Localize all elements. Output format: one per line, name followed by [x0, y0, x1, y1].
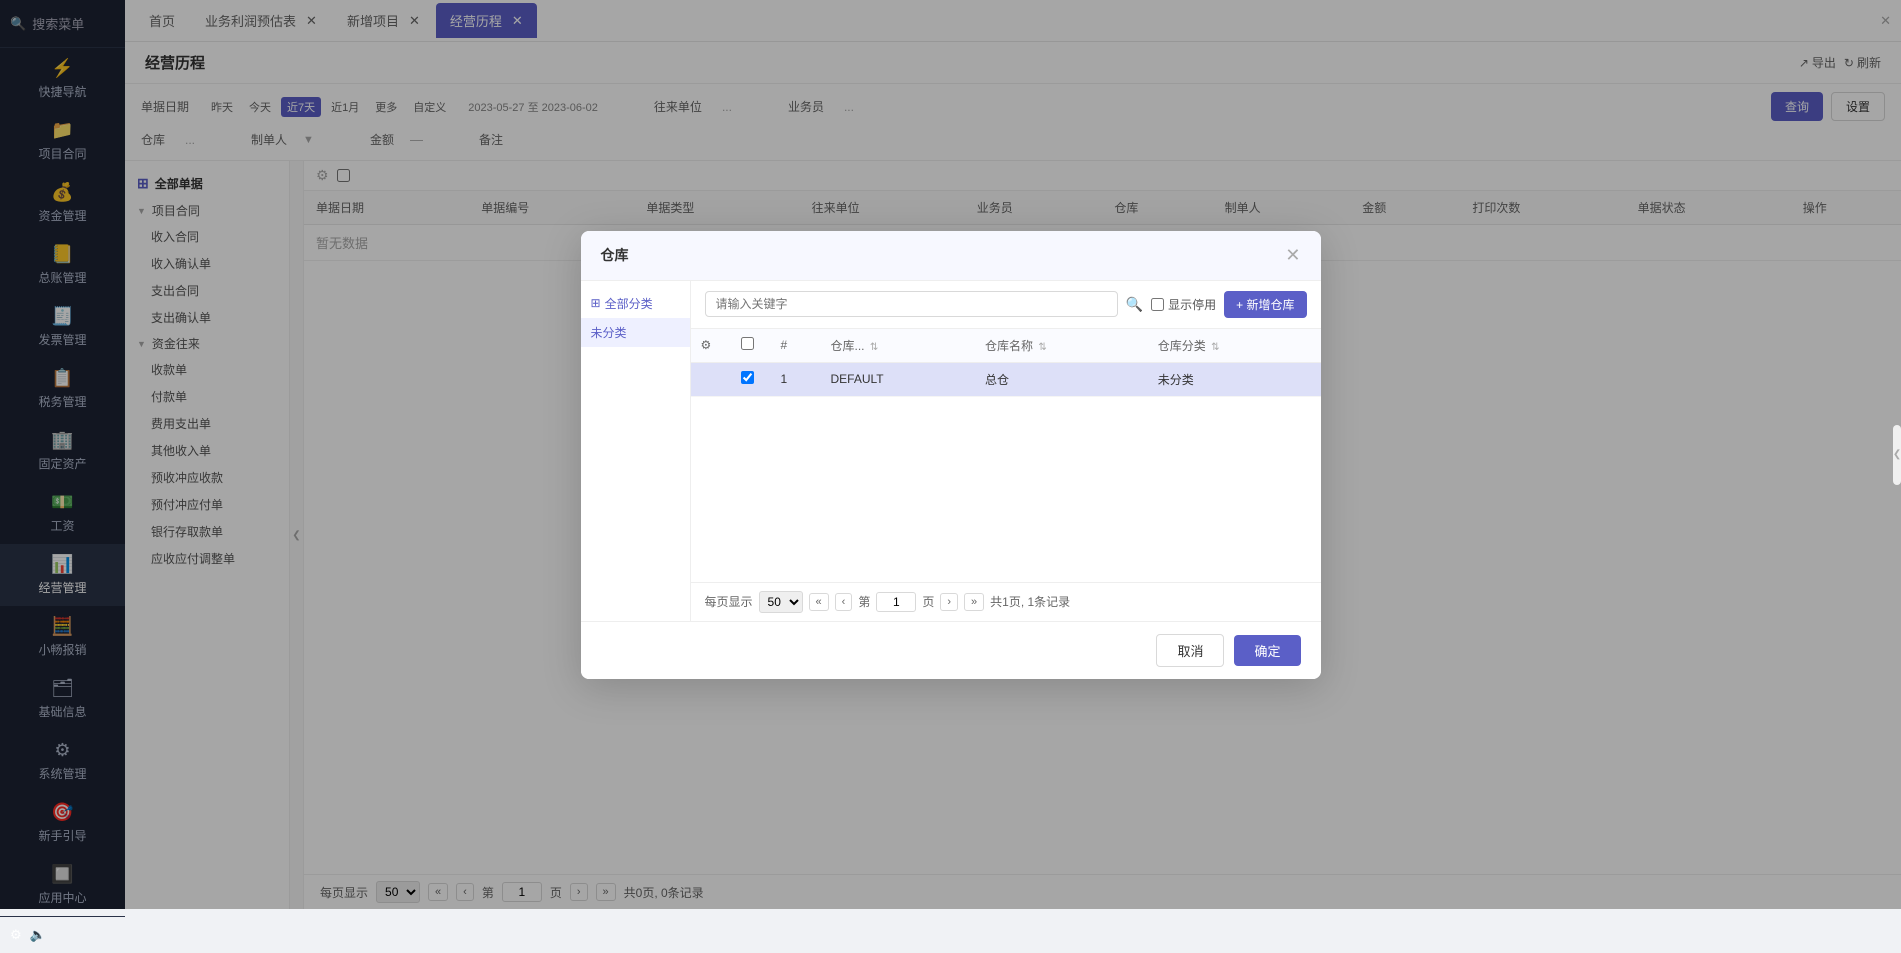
warehouse-modal: 仓库 ✕ ⊞ 全部分类 未分类 ❮ — [581, 231, 1321, 679]
show-disabled-checkbox-label: 显示停用 — [1151, 296, 1216, 313]
category-label: 未分类 — [591, 326, 627, 340]
row-checkbox-cell — [731, 362, 771, 396]
sort-icon-code: ⇅ — [870, 342, 878, 353]
modal-table: ⚙ # 仓库... ⇅ — [691, 329, 1321, 397]
modal-header: 仓库 ✕ — [581, 231, 1321, 281]
modal-search-bar: 🔍 显示停用 + 新增仓库 — [691, 281, 1321, 329]
modal-table-header: ⚙ # 仓库... ⇅ — [691, 329, 1321, 363]
row-code-cell: DEFAULT — [821, 362, 976, 396]
modal-close-button[interactable]: ✕ — [1285, 245, 1300, 266]
modal-title: 仓库 — [601, 245, 629, 265]
modal-col-category: 仓库分类 ⇅ — [1148, 329, 1321, 363]
row-settings-cell — [691, 362, 731, 396]
modal-col-name: 仓库名称 ⇅ — [975, 329, 1148, 363]
modal-table-row[interactable]: 1 DEFAULT 总仓 未分类 — [691, 362, 1321, 396]
modal-search-input[interactable] — [705, 291, 1118, 317]
modal-all-category[interactable]: ⊞ 全部分类 — [581, 289, 690, 318]
app-container: 🔍 搜索菜单 ⚡ 快捷导航 📁 项目合同 💰 资金管理 📒 总账管理 🧾 发票管… — [0, 0, 1901, 909]
modal-overlay: 仓库 ✕ ⊞ 全部分类 未分类 ❮ — [0, 0, 1901, 909]
settings-icon[interactable]: ⚙ — [10, 927, 22, 943]
modal-body: ⊞ 全部分类 未分类 ❮ 🔍 — [581, 281, 1321, 621]
modal-all-label: 全部分类 — [605, 295, 653, 312]
show-disabled-checkbox[interactable] — [1151, 298, 1164, 311]
sort-icon-name: ⇅ — [1038, 342, 1046, 353]
modal-page-input[interactable] — [876, 592, 916, 612]
add-warehouse-btn-wrap: + 新增仓库 — [1224, 291, 1306, 318]
row-category-cell: 未分类 — [1148, 362, 1321, 396]
sidebar-bottom: ⚙ 🔈 — [0, 916, 125, 953]
modal-table-wrap: ⚙ # 仓库... ⇅ — [691, 329, 1321, 582]
modal-footer: 取消 确定 — [581, 621, 1321, 679]
modal-prev-page-btn[interactable]: ‹ — [835, 593, 853, 611]
modal-table-body: 1 DEFAULT 总仓 未分类 — [691, 362, 1321, 396]
modal-per-page-label: 每页显示 — [705, 593, 753, 610]
confirm-button[interactable]: 确定 — [1234, 635, 1300, 666]
modal-search-button[interactable]: 🔍 — [1126, 296, 1143, 313]
modal-first-page-btn[interactable]: « — [809, 593, 829, 611]
modal-next-page-btn[interactable]: › — [940, 593, 958, 611]
modal-page-prefix: 第 — [858, 593, 870, 610]
modal-col-num: # — [771, 329, 821, 363]
modal-last-page-btn[interactable]: » — [964, 593, 984, 611]
modal-settings-icon[interactable]: ⚙ — [701, 338, 712, 352]
modal-col-settings: ⚙ — [691, 329, 731, 363]
modal-total-label: 共1页, 1条记录 — [990, 593, 1070, 610]
modal-pagination: 每页显示 50 « ‹ 第 页 › » 共1页, 1条记录 — [691, 582, 1321, 621]
cancel-button[interactable]: 取消 — [1156, 634, 1224, 667]
row-num-cell: 1 — [771, 362, 821, 396]
modal-col-checkbox — [731, 329, 771, 363]
sort-icon-category: ⇅ — [1211, 342, 1219, 353]
modal-left-panel: ⊞ 全部分类 未分类 ❮ — [581, 281, 691, 621]
row-checkbox[interactable] — [741, 371, 754, 384]
modal-category-unclassified[interactable]: 未分类 — [581, 318, 690, 347]
modal-right-panel: 🔍 显示停用 + 新增仓库 — [691, 281, 1321, 621]
row-name-cell: 总仓 — [975, 362, 1148, 396]
modal-per-page-select[interactable]: 50 — [759, 591, 803, 613]
volume-icon[interactable]: 🔈 — [30, 927, 46, 943]
add-warehouse-button[interactable]: + 新增仓库 — [1224, 291, 1306, 318]
grid2-icon: ⊞ — [591, 296, 601, 310]
modal-page-suffix: 页 — [922, 593, 934, 610]
modal-col-code: 仓库... ⇅ — [821, 329, 976, 363]
modal-select-all-checkbox[interactable] — [741, 337, 754, 350]
